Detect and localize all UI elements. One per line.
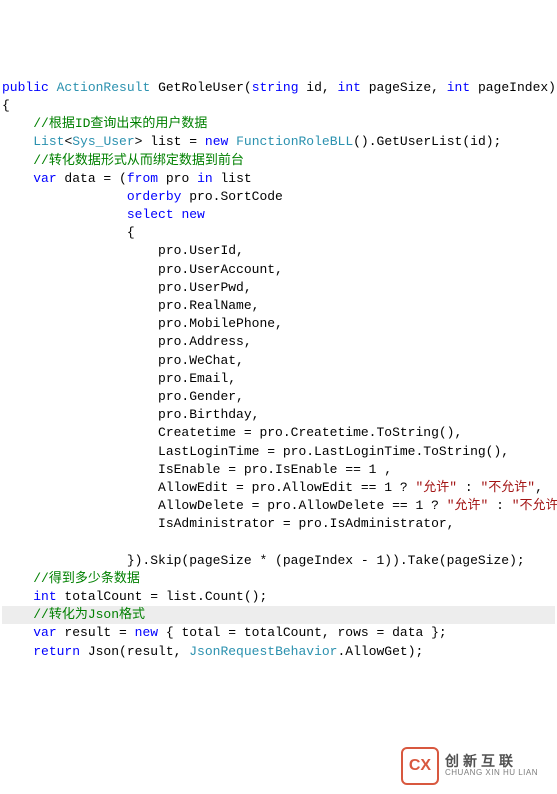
param-pagesize: pageSize,	[361, 80, 447, 95]
prop: LastLoginTime = pro.LastLoginTime.ToStri…	[158, 444, 509, 459]
prop: pro.RealName,	[158, 298, 259, 313]
data-eq: data = (	[57, 171, 127, 186]
type-list: List	[33, 134, 64, 149]
pro: pro	[158, 171, 197, 186]
prop: pro.UserPwd,	[158, 280, 252, 295]
keyword-orderby: orderby	[127, 189, 182, 204]
colon: :	[488, 498, 511, 513]
keyword-new: new	[135, 625, 158, 640]
comment: //得到多少条数据	[33, 571, 140, 586]
keyword-var: var	[33, 171, 56, 186]
keyword-select: select	[127, 207, 174, 222]
anon-obj: { total = totalCount, rows = data };	[158, 625, 447, 640]
logo-badge-icon: CX	[401, 747, 439, 785]
type-actionresult: ActionResult	[57, 80, 151, 95]
type-sysuser: Sys_User	[72, 134, 134, 149]
keyword-new: new	[174, 207, 205, 222]
logo-cn: 创新互联	[445, 754, 538, 769]
watermark-logo: CX 创新互联 CHUANG XIN HU LIAN	[401, 748, 551, 784]
keyword-var: var	[33, 625, 56, 640]
allowget: .AllowGet);	[337, 644, 423, 659]
call-getuserlist: ().GetUserList(id);	[353, 134, 501, 149]
prop: pro.UserAccount,	[158, 262, 283, 277]
keyword-public: public	[2, 80, 49, 95]
prop: IsAdministrator = pro.IsAdministrator,	[158, 516, 454, 531]
skip-take: }).Skip(pageSize * (pageIndex - 1)).Take…	[127, 553, 525, 568]
keyword-int: int	[447, 80, 470, 95]
prop: pro.Gender,	[158, 389, 244, 404]
logo-pinyin: CHUANG XIN HU LIAN	[445, 769, 538, 778]
comment: //根据ID查询出来的用户数据	[33, 116, 207, 131]
sortcode: pro.SortCode	[181, 189, 282, 204]
prop: pro.Email,	[158, 371, 236, 386]
prop: IsEnable = pro.IsEnable == 1 ,	[158, 462, 392, 477]
method-name: GetRoleUser(	[158, 80, 252, 95]
keyword-int: int	[33, 589, 56, 604]
result-eq: result =	[57, 625, 135, 640]
brace: {	[2, 98, 10, 113]
totalcount: totalCount = list.Count();	[57, 589, 268, 604]
keyword-new: new	[205, 134, 228, 149]
param-id: id,	[299, 80, 338, 95]
string: "允许"	[415, 480, 457, 495]
prop: pro.MobilePhone,	[158, 316, 283, 331]
comment: //转化数据形式从而绑定数据到前台	[33, 153, 244, 168]
keyword-int: int	[338, 80, 361, 95]
colon: :	[457, 480, 480, 495]
prop: AllowEdit = pro.AllowEdit == 1 ?	[158, 480, 415, 495]
type-jsonrequestbehavior: JsonRequestBehavior	[189, 644, 337, 659]
keyword-return: return	[33, 644, 80, 659]
prop: AllowDelete = pro.AllowDelete == 1 ?	[158, 498, 447, 513]
prop: Createtime = pro.Createtime.ToString(),	[158, 425, 462, 440]
code-block: public ActionResult GetRoleUser(string i…	[2, 79, 555, 661]
brace: {	[127, 225, 135, 240]
list-ref: list	[213, 171, 252, 186]
keyword-string: string	[252, 80, 299, 95]
comment: //转化为Json格式	[33, 607, 145, 622]
string: "允许"	[447, 498, 489, 513]
angle-gt: > list =	[135, 134, 205, 149]
type-functionrolebll: FunctionRoleBLL	[228, 134, 353, 149]
prop: pro.UserId,	[158, 243, 244, 258]
logo-text: 创新互联 CHUANG XIN HU LIAN	[445, 754, 538, 778]
json-call: Json(result,	[80, 644, 189, 659]
keyword-in: in	[197, 171, 213, 186]
prop: pro.Address,	[158, 334, 252, 349]
comma: ,	[535, 480, 543, 495]
highlighted-line: //转化为Json格式	[2, 606, 555, 624]
param-pageindex: pageIndex)	[470, 80, 556, 95]
keyword-from: from	[127, 171, 158, 186]
string: "不允许"	[481, 480, 536, 495]
string: "不允许"	[512, 498, 557, 513]
prop: pro.Birthday,	[158, 407, 259, 422]
prop: pro.WeChat,	[158, 353, 244, 368]
